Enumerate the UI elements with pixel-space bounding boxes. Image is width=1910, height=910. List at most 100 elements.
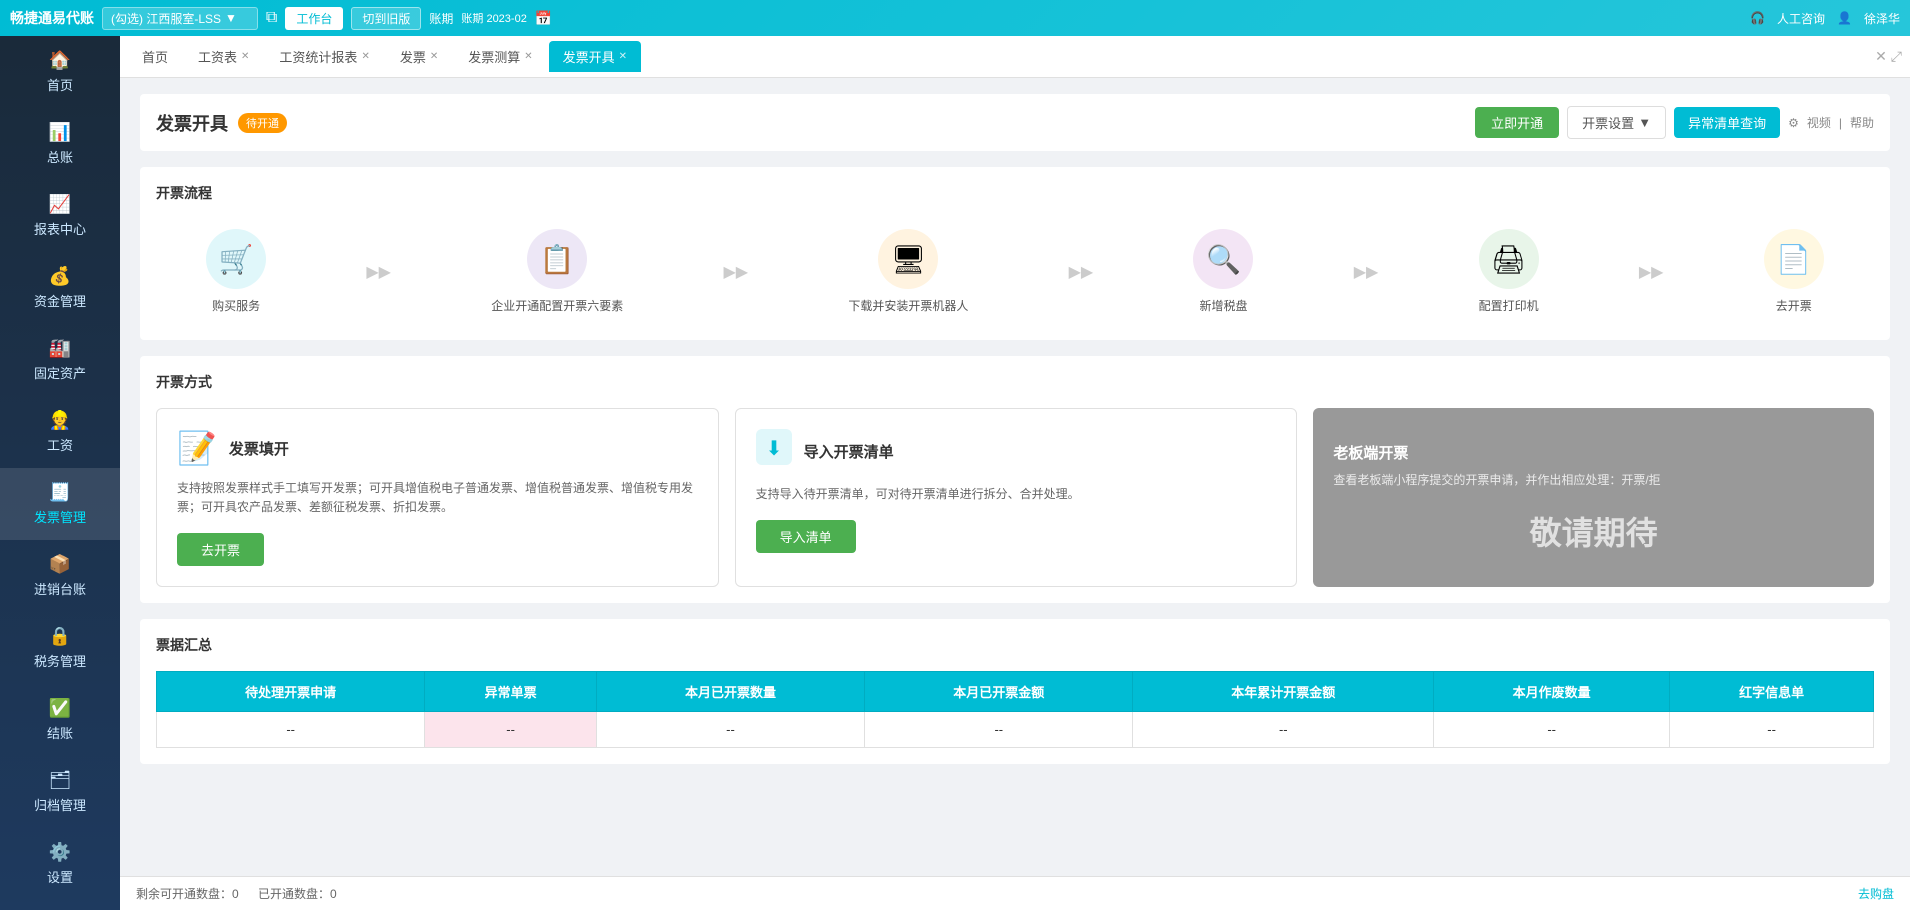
sidebar-item-general-ledger[interactable]: 📊 总账	[0, 108, 120, 180]
tab-bar: 首页 工资表 ✕ 工资统计报表 ✕ 发票 ✕ 发票测算 ✕ 发票开具 ✕	[120, 36, 1910, 78]
tab-invoice-issue-label: 发票开具	[563, 47, 615, 66]
val-month-amount: --	[865, 712, 1133, 748]
help-icons: ⚙ 视频 | 帮助	[1788, 114, 1874, 131]
sidebar-item-funds[interactable]: 💰 资金管理	[0, 252, 120, 324]
workbench-button[interactable]: 工作台	[285, 7, 343, 30]
sidebar-label-payroll: 工资	[47, 435, 73, 454]
printer-label: 配置打印机	[1479, 297, 1539, 314]
process-step-buy[interactable]: 🛒 购买服务	[206, 229, 266, 314]
sidebar-item-settlement[interactable]: ✅ 结账	[0, 684, 120, 756]
taxbox-icon: 🔍	[1193, 229, 1253, 289]
content-area: 首页 工资表 ✕ 工资统计报表 ✕ 发票 ✕ 发票测算 ✕ 发票开具 ✕	[120, 36, 1910, 910]
sidebar-item-reports[interactable]: 📈 报表中心	[0, 180, 120, 252]
calendar-icon[interactable]: 📅	[535, 10, 552, 27]
inout-icon: 📦	[49, 554, 71, 575]
arrow-3: ▶▶	[1069, 262, 1094, 282]
val-pending: --	[157, 712, 425, 748]
company-selector[interactable]: (勾选) 江西服室-LSS ▼	[102, 7, 258, 30]
open-settings-label: 开票设置	[1582, 113, 1634, 132]
invoice-icon: 🧾	[49, 482, 71, 503]
sidebar-item-settings[interactable]: ⚙️ 设置	[0, 828, 120, 900]
archive-icon: 🗂	[49, 770, 72, 791]
ledger-icon: 📊	[49, 122, 71, 143]
tab-invoice-calc[interactable]: 发票测算 ✕	[454, 41, 546, 72]
sidebar-item-in-out[interactable]: 📦 进销台账	[0, 540, 120, 612]
bottom-bar: 剩余可开通数盘：0 已开通数盘：0 去购盘	[120, 876, 1910, 910]
sidebar-label-archive: 归档管理	[34, 795, 86, 814]
close-tab-payroll-report[interactable]: ✕	[361, 51, 369, 62]
sidebar-item-assets[interactable]: 🏭 固定资产	[0, 324, 120, 396]
close-window-icon[interactable]: ✕	[1875, 48, 1887, 65]
close-tab-invoice[interactable]: ✕	[430, 51, 438, 62]
val-void-count: --	[1434, 712, 1670, 748]
process-step-taxbox[interactable]: 🔍 新增税盘	[1193, 229, 1253, 314]
dropdown-arrow-icon: ▼	[1638, 115, 1651, 130]
summary-section-title: 票据汇总	[156, 635, 1874, 655]
summary-data-row: -- -- -- -- -- -- --	[157, 712, 1874, 748]
payroll-icon: 👷	[49, 410, 71, 431]
copy-icon[interactable]: ⧉	[266, 9, 277, 27]
settings-circle-icon[interactable]: ⚙	[1788, 116, 1799, 130]
val-month-count: --	[596, 712, 864, 748]
process-step-printer[interactable]: 🖨 配置打印机	[1479, 229, 1539, 314]
tab-payroll-report[interactable]: 工资统计报表 ✕	[265, 41, 383, 72]
sidebar-item-payroll[interactable]: 👷 工资	[0, 396, 120, 468]
customer-service-label[interactable]: 人工咨询	[1777, 10, 1825, 27]
app-logo: 畅捷通易代账	[10, 8, 94, 28]
tax-icon: 🔒	[49, 626, 71, 647]
buy-disk-link[interactable]: 去购盘	[1858, 885, 1894, 902]
sidebar-label-invoice: 发票管理	[34, 507, 86, 526]
go-issue-button[interactable]: 去开票	[177, 533, 264, 566]
import-list-desc: 支持导入待开票清单，可对待开票清单进行拆分、合并处理。	[756, 485, 1277, 504]
close-tab-invoice-calc[interactable]: ✕	[524, 51, 532, 62]
col-void-count: 本月作废数量	[1434, 672, 1670, 712]
import-list-title: 导入开票清单	[804, 441, 894, 462]
switch-old-button[interactable]: 切到旧版	[351, 7, 421, 30]
close-tab-payroll[interactable]: ✕	[241, 51, 249, 62]
printer-icon: 🖨	[1479, 229, 1539, 289]
process-section-title: 开票流程	[156, 183, 1874, 203]
close-tab-invoice-issue[interactable]: ✕	[619, 51, 627, 62]
resize-icon[interactable]: ⤢	[1891, 48, 1902, 65]
import-list-button[interactable]: 导入清单	[756, 520, 856, 553]
sidebar-item-archive[interactable]: 🗂 归档管理	[0, 756, 120, 828]
col-red-info: 红字信息单	[1670, 672, 1874, 712]
report-icon: 📈	[49, 194, 71, 215]
status-badge: 待开通	[238, 113, 287, 133]
method-section: 开票方式 📝 发票填开 支持按照发票样式手工填写开发票；可开具增值税电子普通发票…	[140, 356, 1890, 603]
sidebar: 🏠 首页 📊 总账 📈 报表中心 💰 资金管理 🏭 固定资产 👷 工资 🧾 发票…	[0, 36, 120, 910]
tab-payroll[interactable]: 工资表 ✕	[184, 41, 263, 72]
immediate-open-button[interactable]: 立即开通	[1475, 107, 1559, 138]
top-bar-right: 🎧 人工咨询 👤 徐泽华	[1750, 10, 1900, 27]
remain-disk-label: 剩余可开通数盘：0	[136, 887, 239, 901]
process-step-issue[interactable]: 📄 去开票	[1764, 229, 1824, 314]
old-platform-desc: 查看老板端小程序提交的开票申请，并作出相应处理：开票/拒	[1333, 471, 1660, 488]
import-list-card: ⬇ 导入开票清单 支持导入待开票清单，可对待开票清单进行拆分、合并处理。 导入清…	[735, 408, 1298, 587]
open-settings-button[interactable]: 开票设置 ▼	[1567, 106, 1666, 139]
import-list-icon: ⬇	[756, 429, 792, 473]
sidebar-label-funds: 资金管理	[34, 291, 86, 310]
abnormal-query-button[interactable]: 异常清单查询	[1674, 107, 1780, 138]
home-icon: 🏠	[49, 50, 71, 71]
enterprise-setup-label: 企业开通配置开票六要素	[491, 297, 623, 314]
page-header-right: 立即开通 开票设置 ▼ 异常清单查询 ⚙ 视频 | 帮助	[1475, 106, 1874, 139]
col-pending: 待处理开票申请	[157, 672, 425, 712]
val-red-info: --	[1670, 712, 1874, 748]
process-step-enterprise[interactable]: 📋 企业开通配置开票六要素	[491, 229, 623, 314]
tab-invoice-issue[interactable]: 发票开具 ✕	[549, 41, 641, 72]
sidebar-item-invoice-mgmt[interactable]: 🧾 发票管理	[0, 468, 120, 540]
sidebar-label-gl: 总账	[47, 147, 73, 166]
tab-home[interactable]: 首页	[128, 41, 182, 72]
enterprise-setup-icon: 📋	[527, 229, 587, 289]
manual-fill-header: 📝 发票填开	[177, 429, 698, 467]
sidebar-label-assets: 固定资产	[34, 363, 86, 382]
sidebar-item-guide[interactable]: 🆕 新手引导	[0, 900, 120, 910]
manual-fill-desc: 支持按照发票样式手工填写开发票；可开具增值税电子普通发票、增值税普通发票、增值税…	[177, 479, 698, 517]
tab-invoice[interactable]: 发票 ✕	[386, 41, 452, 72]
period-value: 账期 2023-02	[461, 10, 526, 26]
arrow-5: ▶▶	[1639, 262, 1664, 282]
top-bar-left: 畅捷通易代账 (勾选) 江西服室-LSS ▼ ⧉ 工作台 切到旧版 账期 账期 …	[10, 7, 552, 30]
sidebar-item-home[interactable]: 🏠 首页	[0, 36, 120, 108]
process-step-download[interactable]: 🖥 下载并安装开票机器人	[848, 229, 968, 314]
sidebar-item-tax[interactable]: 🔒 税务管理	[0, 612, 120, 684]
